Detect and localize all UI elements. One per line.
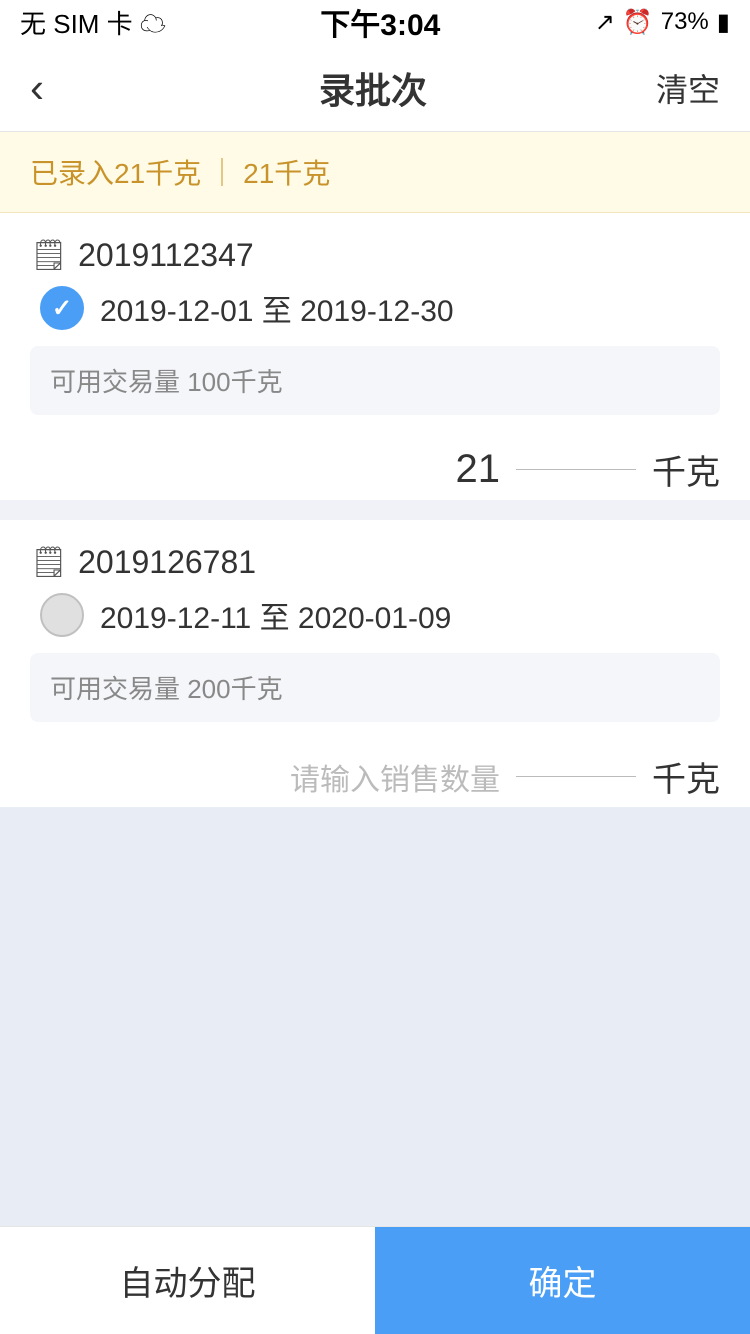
status-left: 无 SIM 卡 ☁	[20, 4, 166, 41]
batch-radio-2[interactable]	[40, 593, 84, 637]
page-title: 录批次	[319, 62, 427, 114]
back-button[interactable]: ‹	[30, 64, 90, 112]
batch-item-1: 🗒 2019112347 ✓ 2019-12-01 至 2019-12-30 可…	[0, 213, 750, 500]
status-time: 下午3:04	[320, 0, 440, 44]
status-right: ↗ ⏰ 73% ▮	[595, 8, 730, 37]
check-icon-1: ✓	[52, 294, 72, 323]
battery-icon: ▮	[717, 8, 730, 37]
location-icon: ↗	[595, 8, 615, 37]
summary-label: 已录入21千克	[30, 152, 201, 192]
qty-row-1: 21 千克	[0, 435, 750, 500]
avail-row-1: 可用交易量 100千克	[30, 346, 720, 415]
batch-doc-icon-1: 🗒	[30, 238, 68, 273]
batch-date-row-1: ✓ 2019-12-01 至 2019-12-30	[30, 286, 720, 330]
qty-placeholder-text-2: 请输入销售数量	[290, 755, 500, 799]
auto-distribute-button[interactable]: 自动分配	[0, 1227, 375, 1334]
batch-item-2: 🗒 2019126781 2019-12-11 至 2020-01-09 可用交…	[0, 520, 750, 807]
batch-radio-1[interactable]: ✓	[40, 286, 84, 330]
alarm-icon: ⏰	[623, 8, 653, 37]
qty-placeholder-row-2: 请输入销售数量 千克	[0, 742, 750, 807]
qty-unit-2: 千克	[652, 752, 720, 801]
batch-date-1: 2019-12-01 至 2019-12-30	[100, 286, 454, 330]
empty-area	[0, 807, 750, 1226]
batch-id-row-2: 🗒 2019126781	[30, 544, 720, 581]
summary-bar: 已录入21千克 21千克	[0, 132, 750, 213]
qty-unit-1: 千克	[652, 445, 720, 494]
batch-id-row-1: 🗒 2019112347	[30, 237, 720, 274]
section-gap-1	[0, 500, 750, 520]
summary-divider	[221, 158, 223, 186]
confirm-button[interactable]: 确定	[375, 1227, 750, 1334]
avail-row-2: 可用交易量 200千克	[30, 653, 720, 722]
batch-date-2: 2019-12-11 至 2020-01-09	[100, 593, 451, 637]
bottom-bar: 自动分配 确定	[0, 1226, 750, 1334]
batch-id-2: 2019126781	[78, 544, 256, 581]
summary-value: 21千克	[243, 152, 330, 192]
clear-button[interactable]: 清空	[656, 65, 720, 111]
batch-id-1: 2019112347	[78, 237, 254, 274]
batch-doc-icon-2: 🗒	[30, 545, 68, 580]
nav-bar: ‹ 录批次 清空	[0, 44, 750, 132]
batch-date-row-2: 2019-12-11 至 2020-01-09	[30, 593, 720, 637]
status-bar: 无 SIM 卡 ☁ 下午3:04 ↗ ⏰ 73% ▮	[0, 0, 750, 44]
qty-value-1: 21	[456, 447, 501, 492]
battery-text: 73%	[661, 8, 709, 36]
no-sim-text: 无 SIM 卡 ☁	[20, 4, 166, 41]
